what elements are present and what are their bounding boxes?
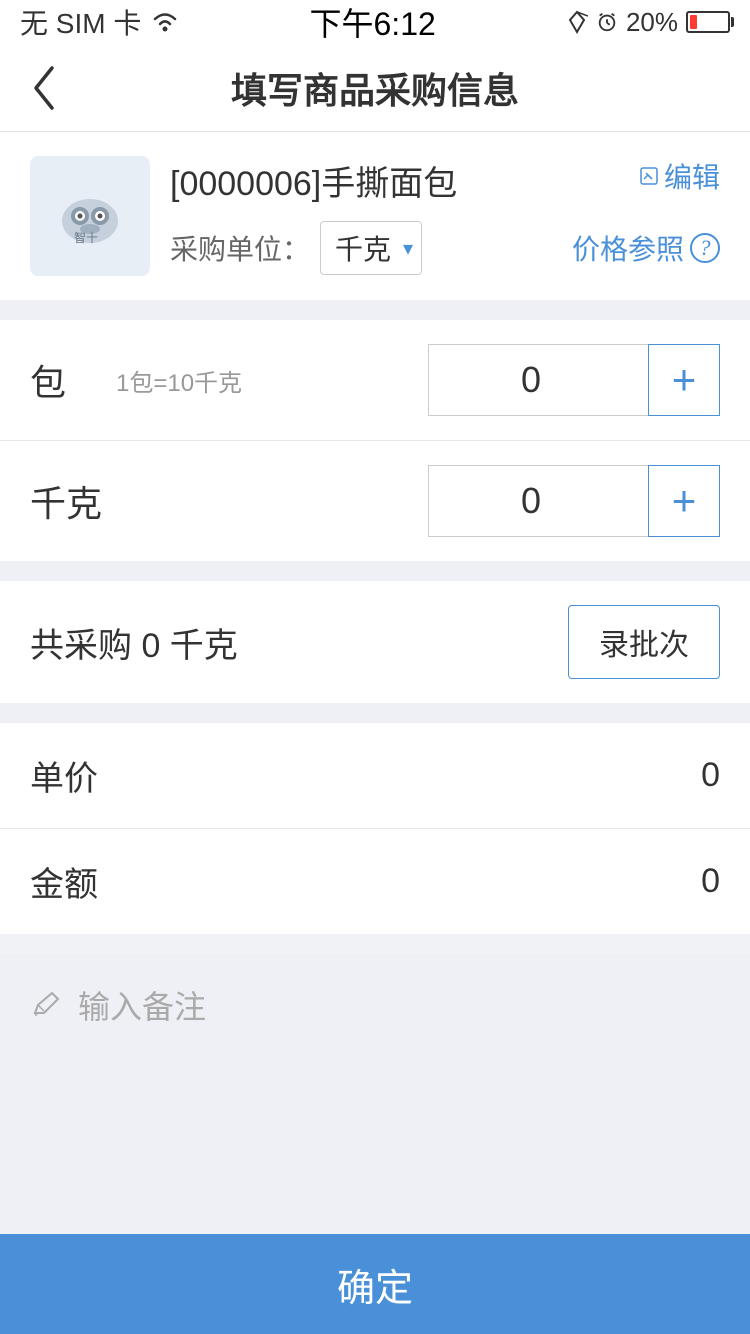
note-placeholder: 输入备注 bbox=[78, 982, 206, 1028]
back-button[interactable] bbox=[0, 44, 88, 132]
product-card: 智十 [0000006]手撕面包 编辑 采购单位： 千克 价 bbox=[0, 132, 750, 300]
alarm-icon bbox=[596, 10, 618, 34]
price-ref-button[interactable]: 价格参照 ? bbox=[572, 228, 720, 268]
product-header: [0000006]手撕面包 编辑 bbox=[170, 156, 720, 205]
section-divider-2 bbox=[0, 561, 750, 581]
battery-percent: 20% bbox=[626, 7, 678, 38]
status-right: 20% bbox=[566, 7, 730, 38]
kg-quantity-input[interactable] bbox=[428, 465, 648, 537]
svg-text:智十: 智十 bbox=[74, 230, 98, 245]
status-bar: 无 SIM 卡 下午6:12 20% bbox=[0, 0, 750, 44]
status-time: 下午6:12 bbox=[310, 0, 436, 45]
product-unit-row: 采购单位： 千克 价格参照 ? bbox=[170, 221, 720, 275]
kg-label-area: 千克 bbox=[30, 475, 365, 527]
unit-selector-area: 采购单位： 千克 bbox=[170, 221, 422, 275]
amount-row: 金额 0 bbox=[0, 829, 750, 934]
kg-input-row: 千克 + bbox=[0, 441, 750, 561]
confirm-button-label: 确定 bbox=[337, 1257, 413, 1312]
product-name: [0000006]手撕面包 bbox=[170, 156, 457, 205]
signal-text: 无 SIM 卡 bbox=[20, 2, 141, 42]
pack-label: 包 bbox=[30, 354, 110, 406]
product-info: [0000006]手撕面包 编辑 采购单位： 千克 价格参照 ? bbox=[170, 156, 720, 275]
pack-label-area: 包 1包=10千克 bbox=[30, 354, 365, 406]
amount-label: 金额 bbox=[30, 857, 98, 906]
section-divider-3 bbox=[0, 703, 750, 723]
edit-icon bbox=[638, 165, 660, 187]
product-image: 智十 bbox=[30, 156, 150, 276]
location-icon bbox=[566, 10, 588, 34]
wifi-icon bbox=[151, 11, 179, 33]
summary-row: 共采购 0 千克 录批次 bbox=[0, 581, 750, 703]
page-title: 填写商品采购信息 bbox=[231, 62, 519, 114]
unit-label: 采购单位： bbox=[170, 228, 310, 268]
summary-text: 共采购 0 千克 bbox=[30, 618, 238, 667]
batch-button[interactable]: 录批次 bbox=[568, 605, 720, 679]
unit-select-button[interactable]: 千克 bbox=[320, 221, 422, 275]
note-section[interactable]: 输入备注 bbox=[0, 954, 750, 1056]
pack-plus-button[interactable]: + bbox=[648, 344, 720, 416]
kg-label: 千克 bbox=[30, 483, 102, 524]
nav-bar: 填写商品采购信息 bbox=[0, 44, 750, 132]
confirm-button[interactable]: 确定 bbox=[0, 1234, 750, 1334]
pencil-icon bbox=[30, 989, 62, 1021]
status-left: 无 SIM 卡 bbox=[20, 2, 179, 42]
edit-button[interactable]: 编辑 bbox=[638, 156, 720, 196]
pack-input-row: 包 1包=10千克 + bbox=[0, 320, 750, 441]
price-ref-label: 价格参照 bbox=[572, 228, 684, 268]
section-divider-1 bbox=[0, 300, 750, 320]
battery-icon bbox=[686, 11, 730, 33]
pack-sublabel: 1包=10千克 bbox=[116, 363, 242, 398]
kg-input-wrapper: + bbox=[385, 465, 720, 537]
amount-value: 0 bbox=[701, 862, 720, 901]
unit-price-row: 单价 0 bbox=[0, 723, 750, 829]
unit-price-value: 0 bbox=[701, 756, 720, 795]
price-section: 单价 0 金额 0 bbox=[0, 723, 750, 934]
pack-input-wrapper: + bbox=[385, 344, 720, 416]
price-ref-icon: ? bbox=[690, 233, 720, 263]
quantity-section: 包 1包=10千克 + 千克 + bbox=[0, 320, 750, 561]
kg-plus-button[interactable]: + bbox=[648, 465, 720, 537]
unit-price-label: 单价 bbox=[30, 751, 98, 800]
pack-quantity-input[interactable] bbox=[428, 344, 648, 416]
